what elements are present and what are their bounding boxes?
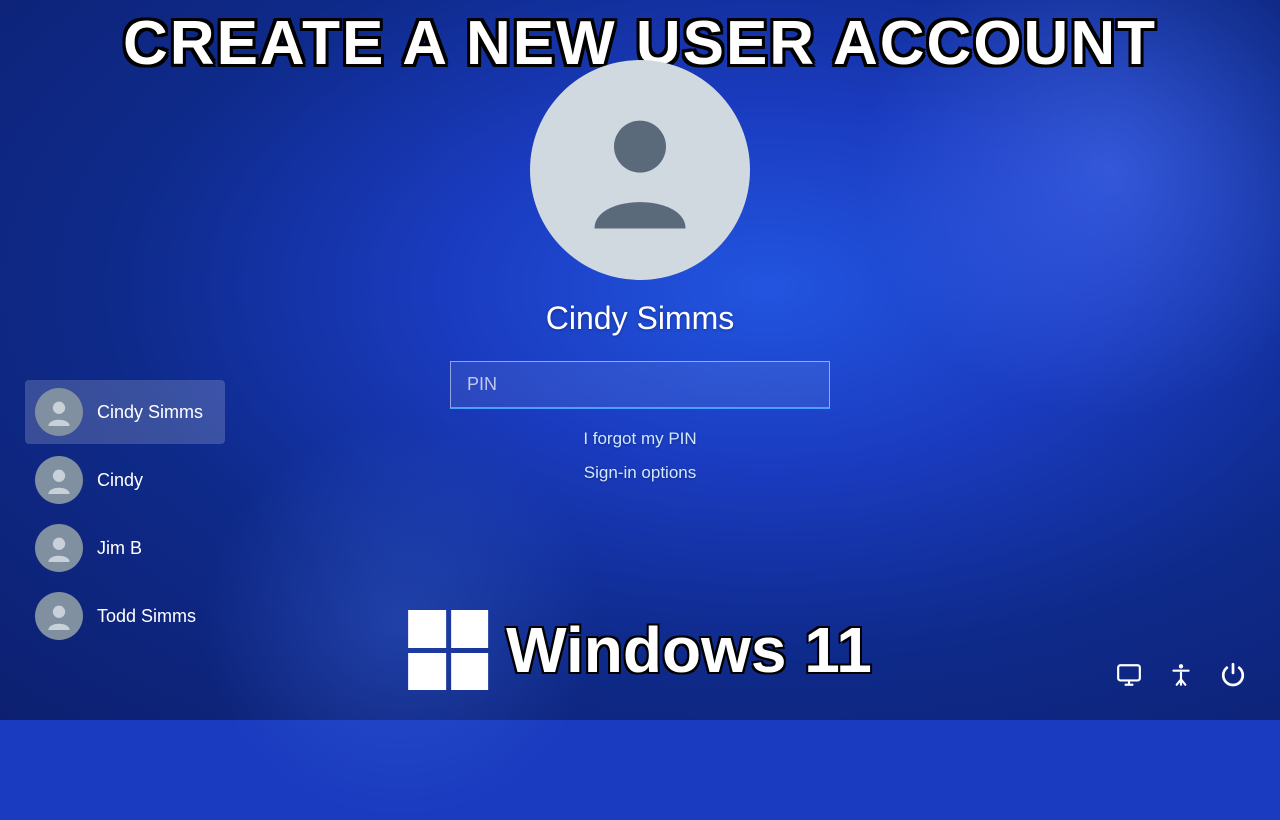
network-icon[interactable] [1112, 658, 1146, 692]
logo-square-tr [451, 610, 489, 648]
user-name-label-cindy: Cindy [97, 470, 143, 491]
user-list-item-cindy-simms[interactable]: Cindy Simms [25, 380, 225, 444]
logo-square-bl [408, 653, 446, 691]
user-avatar-small-cindy-simms [35, 388, 83, 436]
logo-square-br [451, 653, 489, 691]
windows-brand: Windows 11 [408, 610, 872, 690]
user-name-label-cindy-simms: Cindy Simms [97, 402, 203, 423]
user-list: Cindy Simms Cindy Jim B Todd Simms [25, 380, 225, 648]
pin-input-wrapper [450, 361, 830, 409]
windows-logo [408, 610, 488, 690]
bottom-right-icons [1112, 658, 1250, 692]
windows-brand-text: Windows 11 [506, 613, 872, 687]
sign-in-options-button[interactable]: Sign-in options [584, 463, 696, 483]
user-list-item-cindy[interactable]: Cindy [25, 448, 225, 512]
accessibility-icon[interactable] [1164, 658, 1198, 692]
logo-square-tl [408, 610, 446, 648]
pin-input[interactable] [450, 361, 830, 409]
user-avatar-small-cindy [35, 456, 83, 504]
main-user-avatar [530, 60, 750, 280]
user-list-item-jim-b[interactable]: Jim B [25, 516, 225, 580]
main-username: Cindy Simms [546, 300, 734, 337]
forgot-pin-button[interactable]: I forgot my PIN [583, 429, 696, 449]
user-name-label-todd-simms: Todd Simms [97, 606, 196, 627]
center-login-panel: Cindy Simms I forgot my PIN Sign-in opti… [450, 60, 830, 483]
power-icon[interactable] [1216, 658, 1250, 692]
user-avatar-small-todd-simms [35, 592, 83, 640]
user-list-item-todd-simms[interactable]: Todd Simms [25, 584, 225, 648]
user-avatar-small-jim-b [35, 524, 83, 572]
user-name-label-jim-b: Jim B [97, 538, 142, 559]
